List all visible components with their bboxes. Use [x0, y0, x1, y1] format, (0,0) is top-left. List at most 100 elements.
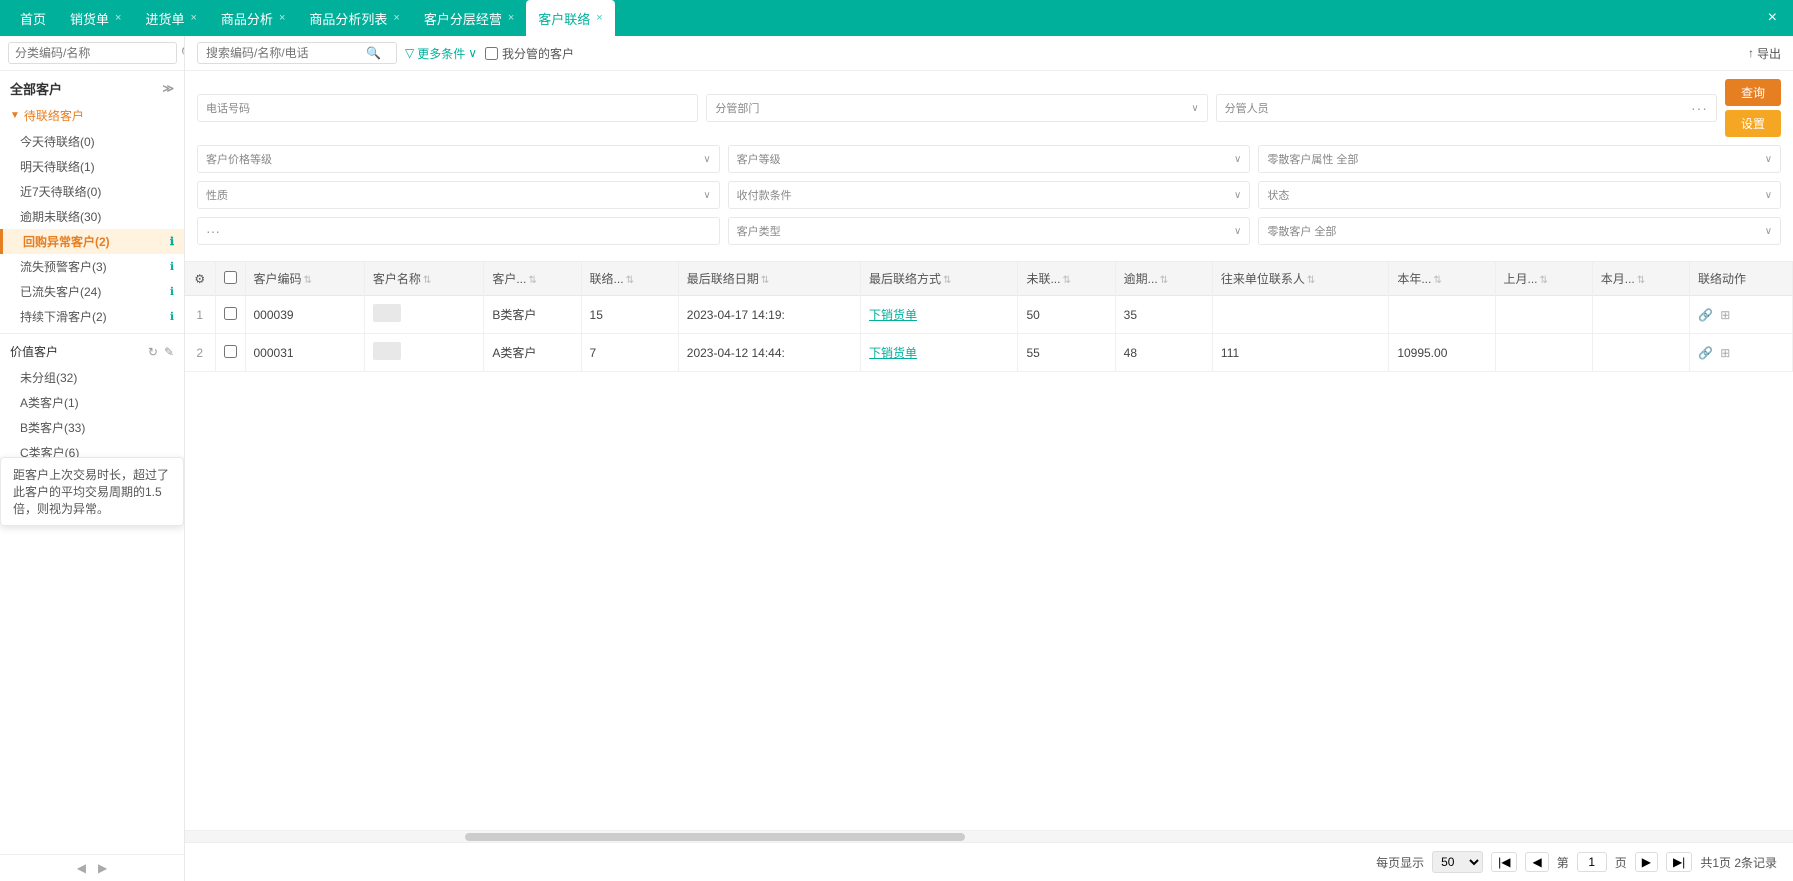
table-row: 1 000039 B类客户 15 2023-04-17 14:19: 下销货单 …: [185, 296, 1793, 334]
sidebar-collapse-icon[interactable]: ≫: [162, 82, 174, 95]
sidebar-group-pending[interactable]: ▼ 待联络客户: [0, 102, 184, 129]
sidebar-item-churn-warning[interactable]: 流失预警客户(3) ℹ: [0, 254, 184, 279]
action-link-icon-2[interactable]: 🔗: [1698, 346, 1713, 360]
settings-button[interactable]: 设置: [1725, 110, 1781, 137]
table-col-last-date[interactable]: 最后联络日期⇅: [678, 262, 860, 296]
table-col-this-year[interactable]: 本年...⇅: [1389, 262, 1495, 296]
filter-person[interactable]: 分管人员 ···: [1216, 94, 1717, 122]
sidebar-item-7days[interactable]: 近7天待联络(0): [0, 179, 184, 204]
filter-payment[interactable]: 收付款条件 ∨: [728, 181, 1251, 209]
prev-page-button[interactable]: ◀: [1525, 852, 1548, 872]
table-col-checkbox[interactable]: [215, 262, 245, 296]
row-checkbox-2[interactable]: [215, 334, 245, 372]
tab-sales[interactable]: 销货单 ×: [58, 0, 133, 36]
sidebar-group2-value-customers[interactable]: 价值客户 ↻ ✎: [0, 338, 184, 365]
tab-analysis-close[interactable]: ×: [279, 12, 285, 24]
tab-analysis-list-close[interactable]: ×: [393, 12, 399, 24]
group2-refresh-icon[interactable]: ↻: [148, 345, 158, 359]
table-col-unit-contact[interactable]: 往来单位联系人⇅: [1212, 262, 1388, 296]
table-col-contact[interactable]: 联络...⇅: [581, 262, 678, 296]
table-col-last-month[interactable]: 上月...⇅: [1495, 262, 1592, 296]
my-customers-checkbox[interactable]: 我分管的客户: [485, 45, 574, 62]
sort-last-month-icon: ⇅: [1540, 275, 1548, 286]
tab-customer-tier[interactable]: 客户分层经营 ×: [412, 0, 526, 36]
sidebar-prev-icon[interactable]: ◀: [71, 859, 92, 877]
per-page-select[interactable]: 50 20 100: [1432, 851, 1483, 873]
filter-phone[interactable]: 电话号码: [197, 94, 698, 122]
tab-customer-tier-close[interactable]: ×: [508, 12, 514, 24]
table-col-name[interactable]: 客户名称⇅: [364, 262, 483, 296]
query-button[interactable]: 查询: [1725, 79, 1781, 106]
my-customers-check[interactable]: [485, 47, 498, 60]
sidebar-item-ungrouped[interactable]: 未分组(32): [0, 365, 184, 390]
filter-retail-attr[interactable]: 零散客户属性 全部 ∨: [1258, 145, 1781, 173]
tab-analysis-list[interactable]: 商品分析列表 ×: [297, 0, 411, 36]
content-area: 🔍 ▽ 更多条件 ∨ 我分管的客户 ↑ 导出: [185, 36, 1793, 881]
action-grid-icon-2[interactable]: ⊞: [1720, 346, 1730, 360]
table-col-settings[interactable]: ⚙: [185, 262, 215, 296]
scroll-thumb[interactable]: [465, 833, 965, 841]
select-all-checkbox[interactable]: [224, 271, 237, 284]
tab-home[interactable]: 首页: [8, 0, 58, 36]
filter-dots[interactable]: ···: [197, 217, 720, 245]
row-checkbox-1[interactable]: [215, 296, 245, 334]
window-close-button[interactable]: ×: [1760, 9, 1785, 27]
table-col-code[interactable]: 客户编码⇅: [245, 262, 364, 296]
filter-retail-customer[interactable]: 零散客户 全部 ∨: [1258, 217, 1781, 245]
customer-this-month-2: [1592, 334, 1689, 372]
sort-last-date-icon: ⇅: [761, 275, 769, 286]
row-num-1: 1: [185, 296, 215, 334]
sidebar-item-today[interactable]: 今天待联络(0): [0, 129, 184, 154]
filter-status[interactable]: 状态 ∨: [1258, 181, 1781, 209]
sidebar-item-repurchase-abnormal[interactable]: 回购异常客户(2) ℹ: [0, 229, 184, 254]
sidebar-search-input[interactable]: [8, 42, 177, 64]
table-col-overdue[interactable]: 逾期...⇅: [1115, 262, 1212, 296]
sidebar-item-overdue[interactable]: 逾期未联络(30): [0, 204, 184, 229]
sidebar-item-churned[interactable]: 已流失客户(24) ℹ: [0, 279, 184, 304]
filter-icon: ▽: [405, 46, 414, 60]
tab-analysis[interactable]: 商品分析 ×: [209, 0, 297, 36]
search-icon[interactable]: 🔍: [366, 46, 381, 60]
group2-edit-icon[interactable]: ✎: [164, 345, 174, 359]
tab-purchase[interactable]: 进货单 ×: [133, 0, 208, 36]
sidebar-item-tomorrow[interactable]: 明天待联络(1): [0, 154, 184, 179]
first-page-button[interactable]: |◀: [1491, 852, 1517, 872]
sidebar-next-icon[interactable]: ▶: [92, 859, 113, 877]
horizontal-scrollbar[interactable]: [185, 830, 1793, 842]
tab-customer-contact[interactable]: 客户联络 ×: [526, 0, 614, 36]
action-link-icon-1[interactable]: 🔗: [1698, 308, 1713, 322]
more-conditions-button[interactable]: ▽ 更多条件 ∨: [405, 45, 477, 62]
tab-sales-close[interactable]: ×: [115, 12, 121, 24]
sidebar-all-customers[interactable]: 全部客户 ≫: [0, 71, 184, 102]
filter-customer-type[interactable]: 客户类型 ∨: [728, 217, 1251, 245]
next-page-button[interactable]: ▶: [1635, 852, 1658, 872]
sidebar-item-a-class[interactable]: A类客户(1): [0, 390, 184, 415]
table-col-last-method[interactable]: 最后联络方式⇅: [861, 262, 1018, 296]
customer-type-1: B类客户: [484, 296, 581, 334]
sort-this-year-icon: ⇅: [1433, 275, 1441, 286]
sidebar-item-declining[interactable]: 持续下滑客户(2) ℹ: [0, 304, 184, 329]
table-col-action: 联络动作: [1689, 262, 1792, 296]
tab-customer-contact-close[interactable]: ×: [596, 12, 602, 24]
customer-name-2: [364, 334, 483, 372]
filter-nature[interactable]: 性质 ∨: [197, 181, 720, 209]
customer-last-method-2[interactable]: 下销货单: [861, 334, 1018, 372]
table-col-this-month[interactable]: 本月...⇅: [1592, 262, 1689, 296]
filter-bar: 🔍 ▽ 更多条件 ∨ 我分管的客户 ↑ 导出: [185, 36, 1793, 71]
table-container: ⚙ 客户编码⇅ 客户名称⇅ 客户...⇅ 联络...⇅ 最后联络日期⇅ 最后联络…: [185, 262, 1793, 830]
table-col-type[interactable]: 客户...⇅: [484, 262, 581, 296]
filter-customer-level[interactable]: 客户等级 ∨: [728, 145, 1251, 173]
customer-last-method-1[interactable]: 下销货单: [861, 296, 1018, 334]
action-grid-icon-1[interactable]: ⊞: [1720, 308, 1730, 322]
sidebar-item-b-class[interactable]: B类客户(33): [0, 415, 184, 440]
sidebar: 🔍 全部客户 ≫ ▼ 待联络客户 今天待联络(0) 明天待联络(1) 近7天待联…: [0, 36, 185, 881]
export-button[interactable]: ↑ 导出: [1748, 45, 1781, 62]
filter-price-level[interactable]: 客户价格等级 ∨: [197, 145, 720, 173]
table-col-uncontacted[interactable]: 未联...⇅: [1018, 262, 1115, 296]
filter-dept[interactable]: 分管部门 ∨: [706, 94, 1207, 122]
search-input[interactable]: [206, 46, 366, 60]
page-input[interactable]: [1577, 852, 1607, 872]
tab-purchase-close[interactable]: ×: [190, 12, 196, 24]
filter-person-dots: ···: [1691, 100, 1708, 116]
last-page-button[interactable]: ▶|: [1666, 852, 1692, 872]
